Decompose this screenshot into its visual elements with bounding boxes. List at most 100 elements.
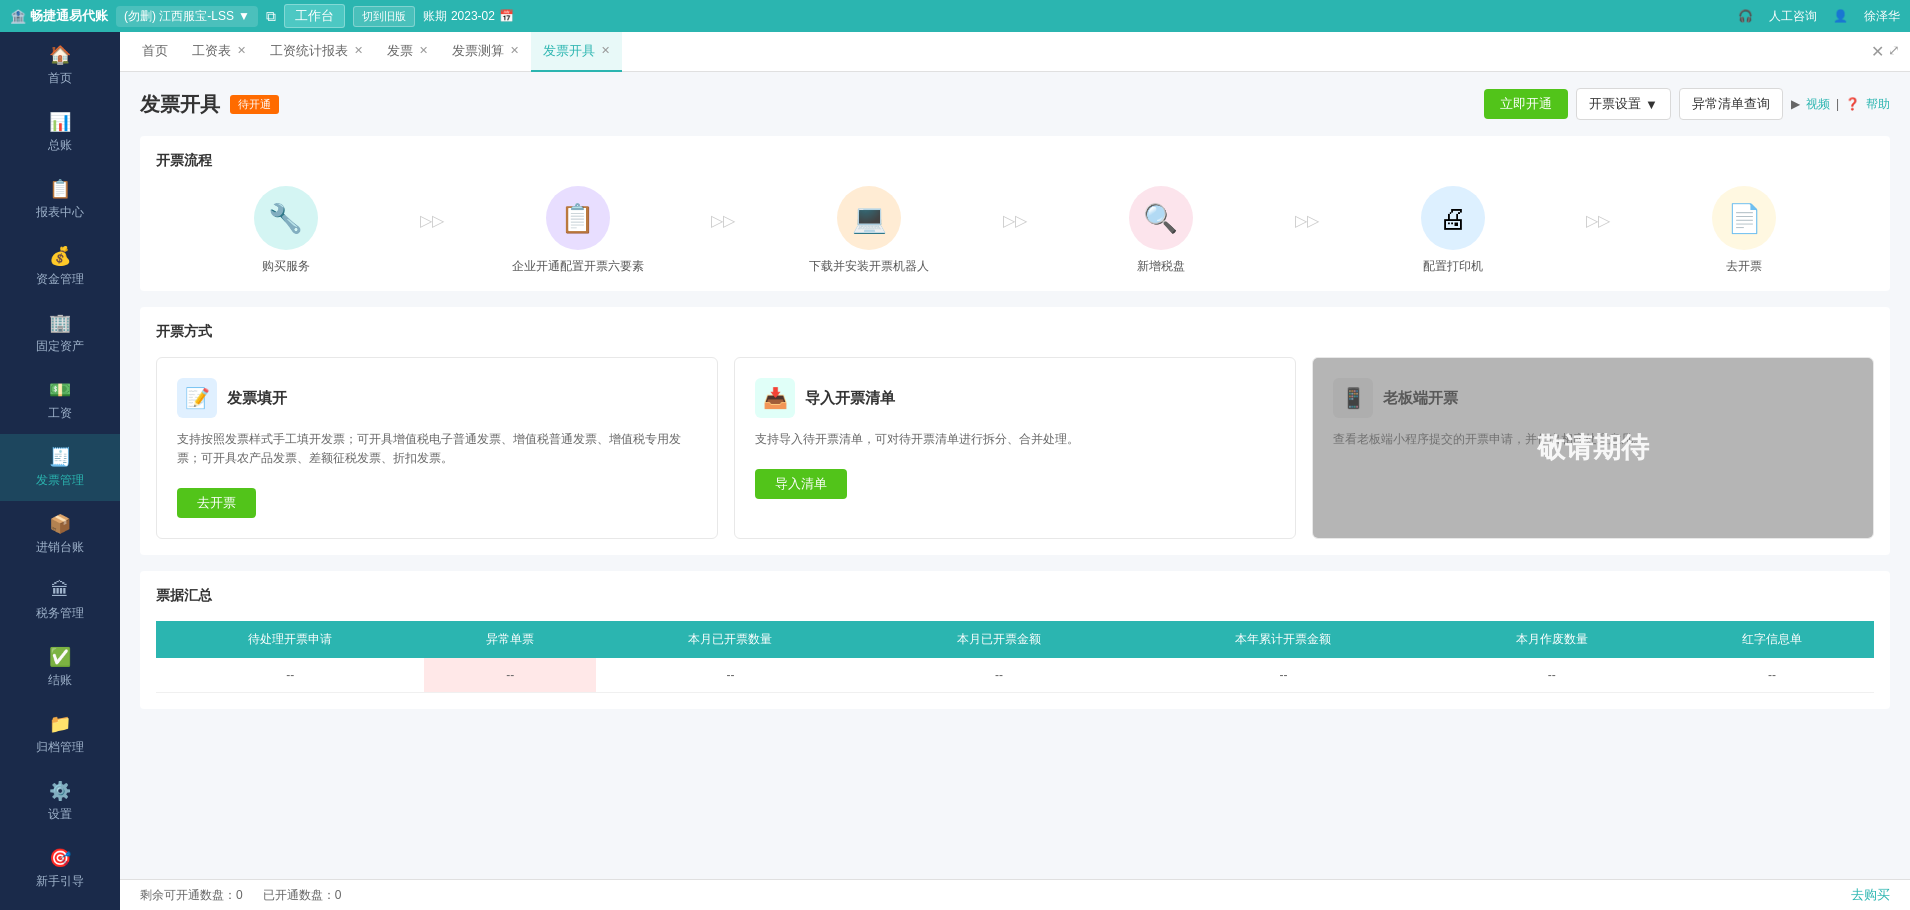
tab-invoice-calc[interactable]: 发票测算 ✕: [440, 32, 531, 72]
period-info: 账期 2023-02 📅: [423, 8, 514, 25]
close-tab-report[interactable]: ✕: [354, 44, 363, 57]
abnormal-query-button[interactable]: 异常清单查询: [1679, 88, 1783, 120]
settings-label: 开票设置: [1589, 95, 1641, 113]
chevron-down-icon: ▼: [238, 9, 250, 23]
tab-home[interactable]: 首页: [130, 32, 180, 72]
arrow-2: ▷▷: [711, 211, 735, 250]
assets-icon: 🏢: [49, 312, 71, 334]
process-label-3: 下载并安装开票机器人: [809, 258, 929, 275]
calendar-icon[interactable]: 📅: [499, 9, 514, 23]
company-selector[interactable]: (勿删) 江西服宝-LSS ▼: [116, 6, 258, 27]
guide-icon: 🎯: [49, 847, 71, 869]
method-card-fill: 📝 发票填开 支持按照发票样式手工填开发票；可开具增值税电子普通发票、增值税普通…: [156, 357, 718, 539]
sidebar-item-archive[interactable]: 📁 归档管理: [0, 701, 120, 768]
sidebar-item-member[interactable]: 👑 畅会员: [0, 902, 120, 910]
sidebar-item-guide[interactable]: 🎯 新手引导: [0, 835, 120, 902]
archive-icon: 📁: [49, 713, 71, 735]
summary-title: 票据汇总: [156, 587, 1874, 605]
sidebar-item-settle[interactable]: ✅ 结账: [0, 634, 120, 701]
tab-label-report: 工资统计报表: [270, 42, 348, 60]
process-icon-5: 🖨: [1421, 186, 1485, 250]
method-card-boss: 📱 老板端开票 查看老板端小程序提交的开票申请，并作出相应处理意见。 敬请期待: [1312, 357, 1874, 539]
sidebar-item-salary[interactable]: 💵 工资: [0, 367, 120, 434]
content-area: 首页 工资表 ✕ 工资统计报表 ✕ 发票 ✕ 发票测算 ✕ 发票开具 ✕: [120, 32, 1910, 910]
tab-actions: ✕ ⤢: [1871, 42, 1900, 61]
sidebar-item-reports[interactable]: 📋 报表中心: [0, 166, 120, 233]
user-name[interactable]: 徐泽华: [1864, 8, 1900, 25]
cell-void-count: --: [1434, 658, 1670, 693]
home-icon: 🏠: [49, 44, 71, 66]
sidebar-label-tax: 税务管理: [36, 605, 84, 622]
col-year-amount: 本年累计开票金额: [1133, 621, 1434, 658]
col-red-info: 红字信息单: [1670, 621, 1874, 658]
ledger-icon: 📊: [49, 111, 71, 133]
sidebar-item-assets[interactable]: 🏢 固定资产: [0, 300, 120, 367]
buy-button[interactable]: 去购买: [1851, 886, 1890, 904]
cell-abnormal: --: [424, 658, 596, 693]
period-label: 账期: [423, 8, 447, 25]
go-to-invoice-button[interactable]: 去开票: [177, 488, 256, 518]
import-title: 导入开票清单: [805, 389, 895, 408]
process-label-5: 配置打印机: [1423, 258, 1483, 275]
sidebar-item-invoice[interactable]: 🧾 发票管理: [0, 434, 120, 501]
import-list-button[interactable]: 导入清单: [755, 469, 847, 499]
tab-label-home: 首页: [142, 42, 168, 60]
process-step-1: 🔧 购买服务: [156, 186, 416, 275]
process-label-1: 购买服务: [262, 258, 310, 275]
close-tab-calc[interactable]: ✕: [510, 44, 519, 57]
sidebar-item-settings[interactable]: ⚙️ 设置: [0, 768, 120, 835]
close-all-icon[interactable]: ✕: [1871, 42, 1884, 61]
tab-salary-sheet[interactable]: 工资表 ✕: [180, 32, 258, 72]
arrow-3: ▷▷: [1003, 211, 1027, 250]
col-pending: 待处理开票申请: [156, 621, 424, 658]
close-tab-issue[interactable]: ✕: [601, 44, 610, 57]
tab-invoice-issue[interactable]: 发票开具 ✕: [531, 32, 622, 72]
sales-icon: 📦: [49, 513, 71, 535]
sidebar-item-sales[interactable]: 📦 进销台账: [0, 501, 120, 568]
play-icon[interactable]: ▶: [1791, 97, 1800, 111]
help-area: ▶ 视频 | ❓ 帮助: [1791, 96, 1890, 113]
switch-old-version-button[interactable]: 切到旧版: [353, 6, 415, 27]
sidebar-item-tax[interactable]: 🏛 税务管理: [0, 568, 120, 634]
open-settings-button[interactable]: 开票设置 ▼: [1576, 88, 1671, 120]
tab-invoice[interactable]: 发票 ✕: [375, 32, 440, 72]
reports-icon: 📋: [49, 178, 71, 200]
video-help-label[interactable]: 视频: [1806, 96, 1830, 113]
coming-soon-overlay: 敬请期待: [1313, 358, 1873, 538]
sidebar-item-ledger[interactable]: 📊 总账: [0, 99, 120, 166]
close-tab-salary[interactable]: ✕: [237, 44, 246, 57]
cell-pending: --: [156, 658, 424, 693]
status-badge: 待开通: [230, 95, 279, 114]
tab-label-calc: 发票测算: [452, 42, 504, 60]
fill-desc: 支持按照发票样式手工填开发票；可开具增值税电子普通发票、增值税普通发票、增值税专…: [177, 430, 697, 468]
process-label-6: 去开票: [1726, 258, 1762, 275]
sidebar-label-sales: 进销台账: [36, 539, 84, 556]
header-actions: 立即开通 开票设置 ▼ 异常清单查询 ▶ 视频 | ❓ 帮助: [1484, 88, 1890, 120]
workbench-button[interactable]: 工作台: [284, 4, 345, 28]
settle-icon: ✅: [49, 646, 71, 668]
methods-section: 开票方式 📝 发票填开 支持按照发票样式手工填开发票；可开具增值税电子普通发票、…: [140, 307, 1890, 555]
process-label-2: 企业开通配置开票六要素: [512, 258, 644, 275]
user-avatar-icon: 👤: [1833, 9, 1848, 23]
fill-icon: 📝: [177, 378, 217, 418]
copy-icon[interactable]: ⧉: [266, 8, 276, 25]
col-month-count: 本月已开票数量: [596, 621, 864, 658]
company-name: (勿删) 江西服宝-LSS: [124, 8, 234, 25]
process-step-6: 📄 去开票: [1614, 186, 1874, 275]
sidebar-label-settle: 结账: [48, 672, 72, 689]
help-label[interactable]: 帮助: [1866, 96, 1890, 113]
chevron-down-icon: ▼: [1645, 97, 1658, 112]
maximize-icon[interactable]: ⤢: [1888, 42, 1900, 61]
process-title: 开票流程: [156, 152, 1874, 170]
open-now-button[interactable]: 立即开通: [1484, 89, 1568, 119]
sidebar-item-home[interactable]: 🏠 首页: [0, 32, 120, 99]
remaining-label: 剩余可开通数盘：0: [140, 887, 243, 904]
col-month-amount: 本月已开票金额: [865, 621, 1133, 658]
sidebar-item-funds[interactable]: 💰 资金管理: [0, 233, 120, 300]
close-tab-invoice[interactable]: ✕: [419, 44, 428, 57]
process-icon-2: 📋: [546, 186, 610, 250]
service-label[interactable]: 人工咨询: [1769, 8, 1817, 25]
tab-salary-report[interactable]: 工资统计报表 ✕: [258, 32, 375, 72]
methods-title: 开票方式: [156, 323, 1874, 341]
method-card-import: 📥 导入开票清单 支持导入待开票清单，可对待开票清单进行拆分、合并处理。 导入清…: [734, 357, 1296, 539]
